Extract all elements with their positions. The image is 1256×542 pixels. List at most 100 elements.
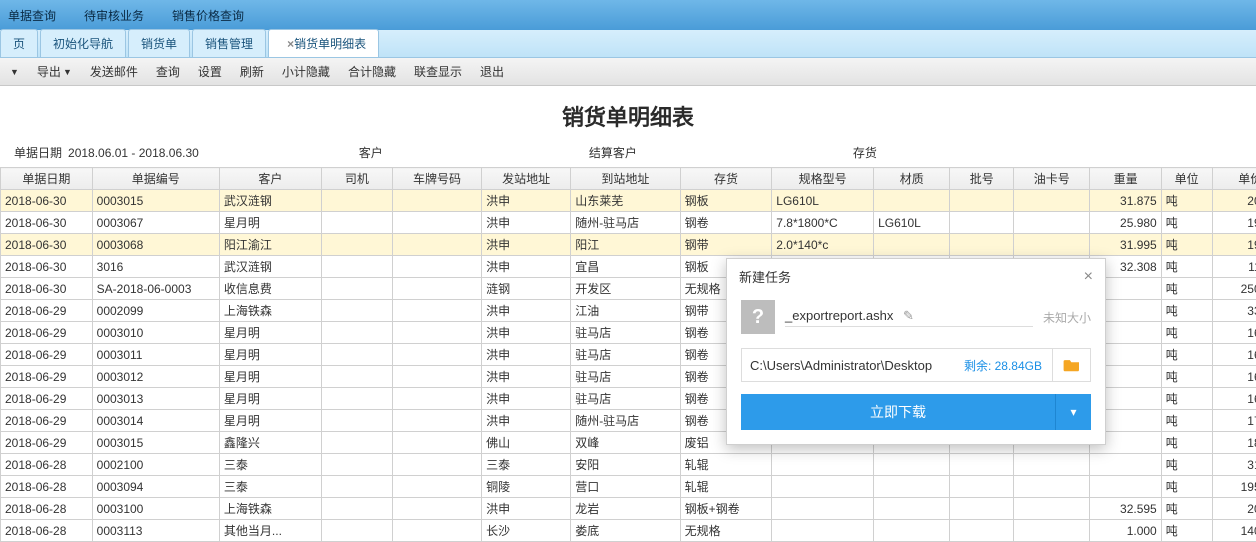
toolbar-button[interactable]: 设置 bbox=[198, 63, 222, 80]
cell: 吨 bbox=[1161, 190, 1212, 212]
cell: 三泰 bbox=[219, 454, 321, 476]
tab[interactable]: 初始化导航 bbox=[40, 29, 126, 57]
pencil-icon[interactable]: ✎ bbox=[903, 308, 914, 323]
column-header[interactable]: 车牌号码 bbox=[393, 168, 482, 190]
cell bbox=[321, 410, 392, 432]
column-header[interactable]: 批号 bbox=[950, 168, 1014, 190]
cell: 无规格 bbox=[680, 520, 772, 542]
toolbar-button[interactable]: 查询 bbox=[156, 63, 180, 80]
toolbar-caret-left[interactable]: ▼ bbox=[8, 67, 19, 77]
cell: 洪申 bbox=[482, 388, 571, 410]
cell: 鑫隆兴 bbox=[219, 432, 321, 454]
column-header[interactable]: 单据编号 bbox=[92, 168, 219, 190]
table-row[interactable]: 2018-06-280002100三泰三泰安阳轧辊吨314.788. bbox=[1, 454, 1256, 476]
cell: 2018-06-28 bbox=[1, 498, 93, 520]
tab-label: 页 bbox=[13, 35, 25, 52]
download-button[interactable]: 立即下载 bbox=[741, 394, 1055, 430]
column-header[interactable]: 到站地址 bbox=[571, 168, 680, 190]
cell bbox=[393, 388, 482, 410]
cell bbox=[393, 322, 482, 344]
toolbar-button[interactable]: 退出 bbox=[480, 63, 504, 80]
cell bbox=[393, 366, 482, 388]
close-icon[interactable]: × bbox=[1084, 268, 1093, 286]
remaining-space: 剩余: 28.84GB bbox=[954, 357, 1052, 374]
cell: 160.00 bbox=[1212, 322, 1256, 344]
cell: 180.00 bbox=[1212, 432, 1256, 454]
column-header[interactable]: 发站地址 bbox=[482, 168, 571, 190]
cell: 三泰 bbox=[482, 454, 571, 476]
cell: 三泰 bbox=[219, 476, 321, 498]
cell: 2018-06-29 bbox=[1, 300, 93, 322]
cell bbox=[1014, 498, 1090, 520]
cell: LG610L bbox=[874, 212, 950, 234]
cell: 星月明 bbox=[219, 366, 321, 388]
cell: 驻马店 bbox=[571, 366, 680, 388]
cell: 安阳 bbox=[571, 454, 680, 476]
column-header[interactable]: 客户 bbox=[219, 168, 321, 190]
column-header[interactable]: 存货 bbox=[680, 168, 772, 190]
cell bbox=[1014, 520, 1090, 542]
table-row[interactable]: 2018-06-280003100上海铁森洪申龙岩钢板+钢卷32.595吨200… bbox=[1, 498, 1256, 520]
dialog-header: 新建任务 × bbox=[727, 259, 1105, 294]
filename-text: _exportreport.ashx bbox=[785, 308, 893, 323]
column-header[interactable]: 材质 bbox=[874, 168, 950, 190]
column-header[interactable]: 单位 bbox=[1161, 168, 1212, 190]
filename-input[interactable]: _exportreport.ashx ✎ bbox=[785, 308, 1033, 327]
cell: 吨 bbox=[1161, 212, 1212, 234]
download-dropdown[interactable]: ▾ bbox=[1055, 394, 1091, 430]
cell: 194.64 bbox=[1212, 212, 1256, 234]
cell bbox=[874, 454, 950, 476]
cell bbox=[874, 476, 950, 498]
filter-settle-label: 结算客户 bbox=[589, 144, 637, 161]
tab[interactable]: 销货单 bbox=[128, 29, 190, 57]
toolbar-button[interactable]: 合计隐藏 bbox=[348, 63, 396, 80]
column-header[interactable]: 单价 bbox=[1212, 168, 1256, 190]
tab[interactable]: ×销货单明细表 bbox=[268, 29, 379, 57]
cell: 2500.00 bbox=[1212, 278, 1256, 300]
toolbar-button[interactable]: 导出▼ bbox=[37, 63, 72, 80]
cell bbox=[772, 520, 874, 542]
cell: 0003100 bbox=[92, 498, 219, 520]
menu-item[interactable]: 待审核业务 bbox=[84, 7, 144, 24]
tab-close-icon[interactable]: × bbox=[287, 37, 294, 51]
cell: 上海铁森 bbox=[219, 300, 321, 322]
tab[interactable]: 销售管理 bbox=[192, 29, 266, 57]
cell: 洪申 bbox=[482, 190, 571, 212]
path-input[interactable]: C:\Users\Administrator\Desktop bbox=[742, 358, 954, 373]
table-row[interactable]: 2018-06-280003113其他当月...长沙娄底无规格1.000吨140… bbox=[1, 520, 1256, 542]
column-header[interactable]: 重量 bbox=[1090, 168, 1161, 190]
cell: 吨 bbox=[1161, 454, 1212, 476]
column-header[interactable]: 单据日期 bbox=[1, 168, 93, 190]
toolbar-button[interactable]: 发送邮件 bbox=[90, 63, 138, 80]
cell: 0003015 bbox=[92, 190, 219, 212]
cell: 0002100 bbox=[92, 454, 219, 476]
browse-folder-button[interactable] bbox=[1052, 349, 1090, 381]
cell: 2018-06-29 bbox=[1, 344, 93, 366]
cell bbox=[874, 234, 950, 256]
table-row[interactable]: 2018-06-300003067星月明洪申随州-驻马店钢卷7.8*1800*C… bbox=[1, 212, 1256, 234]
cell bbox=[393, 432, 482, 454]
tab[interactable]: 页 bbox=[0, 29, 38, 57]
table-row[interactable]: 2018-06-300003068阳江渝江洪申阳江钢带2.0*140*c31.9… bbox=[1, 234, 1256, 256]
cell: 随州-驻马店 bbox=[571, 212, 680, 234]
cell: 31.995 bbox=[1090, 234, 1161, 256]
download-dialog: 新建任务 × ? _exportreport.ashx ✎ 未知大小 C:\Us… bbox=[726, 258, 1106, 445]
column-header[interactable]: 司机 bbox=[321, 168, 392, 190]
toolbar-button[interactable]: 小计隐藏 bbox=[282, 63, 330, 80]
cell: 32.595 bbox=[1090, 498, 1161, 520]
menu-item[interactable]: 单据查询 bbox=[8, 7, 56, 24]
cell: 星月明 bbox=[219, 344, 321, 366]
column-header[interactable]: 油卡号 bbox=[1014, 168, 1090, 190]
table-row[interactable]: 2018-06-300003015武汉涟钢洪申山东莱芜钢板LG610L31.87… bbox=[1, 190, 1256, 212]
menu-item[interactable]: 销售价格查询 bbox=[172, 7, 244, 24]
cell: 驻马店 bbox=[571, 344, 680, 366]
toolbar-button[interactable]: 刷新 bbox=[240, 63, 264, 80]
cell: 武汉涟钢 bbox=[219, 190, 321, 212]
cell: 160.00 bbox=[1212, 366, 1256, 388]
toolbar-button[interactable]: 联查显示 bbox=[414, 63, 462, 80]
column-header[interactable]: 规格型号 bbox=[772, 168, 874, 190]
cell: 0003013 bbox=[92, 388, 219, 410]
table-row[interactable]: 2018-06-280003094三泰铜陵营口轧辊吨1950.698. bbox=[1, 476, 1256, 498]
cell: 吨 bbox=[1161, 498, 1212, 520]
cell: 洪申 bbox=[482, 366, 571, 388]
